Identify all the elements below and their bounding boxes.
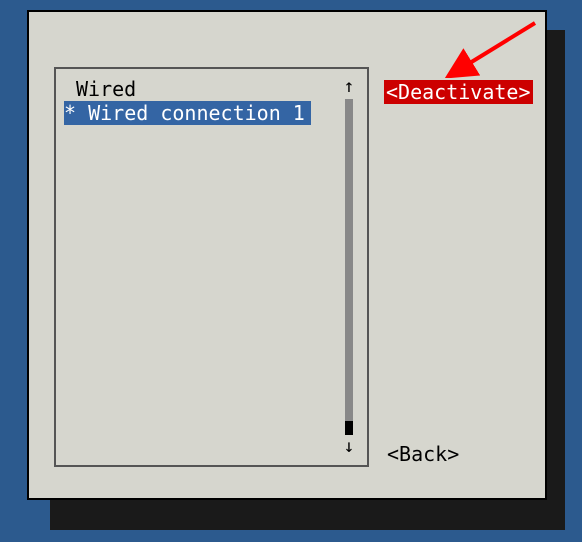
back-button[interactable]: <Back> [387, 442, 459, 466]
deactivate-button[interactable]: <Deactivate> [384, 80, 533, 104]
connection-list-content: Wired * Wired connection 1 [64, 77, 332, 125]
scroll-track-bar [345, 99, 353, 435]
scrollbar[interactable]: ↑ ↓ [339, 77, 359, 457]
scroll-down-icon[interactable]: ↓ [339, 437, 359, 457]
connection-category: Wired [64, 77, 332, 101]
scroll-thumb[interactable] [345, 421, 353, 435]
nmtui-dialog: Wired * Wired connection 1 ↑ ↓ <Deactiva… [27, 10, 547, 500]
connection-item[interactable]: * Wired connection 1 [64, 101, 311, 125]
connection-listbox[interactable]: Wired * Wired connection 1 ↑ ↓ [54, 67, 369, 467]
scroll-up-icon[interactable]: ↑ [339, 77, 359, 97]
